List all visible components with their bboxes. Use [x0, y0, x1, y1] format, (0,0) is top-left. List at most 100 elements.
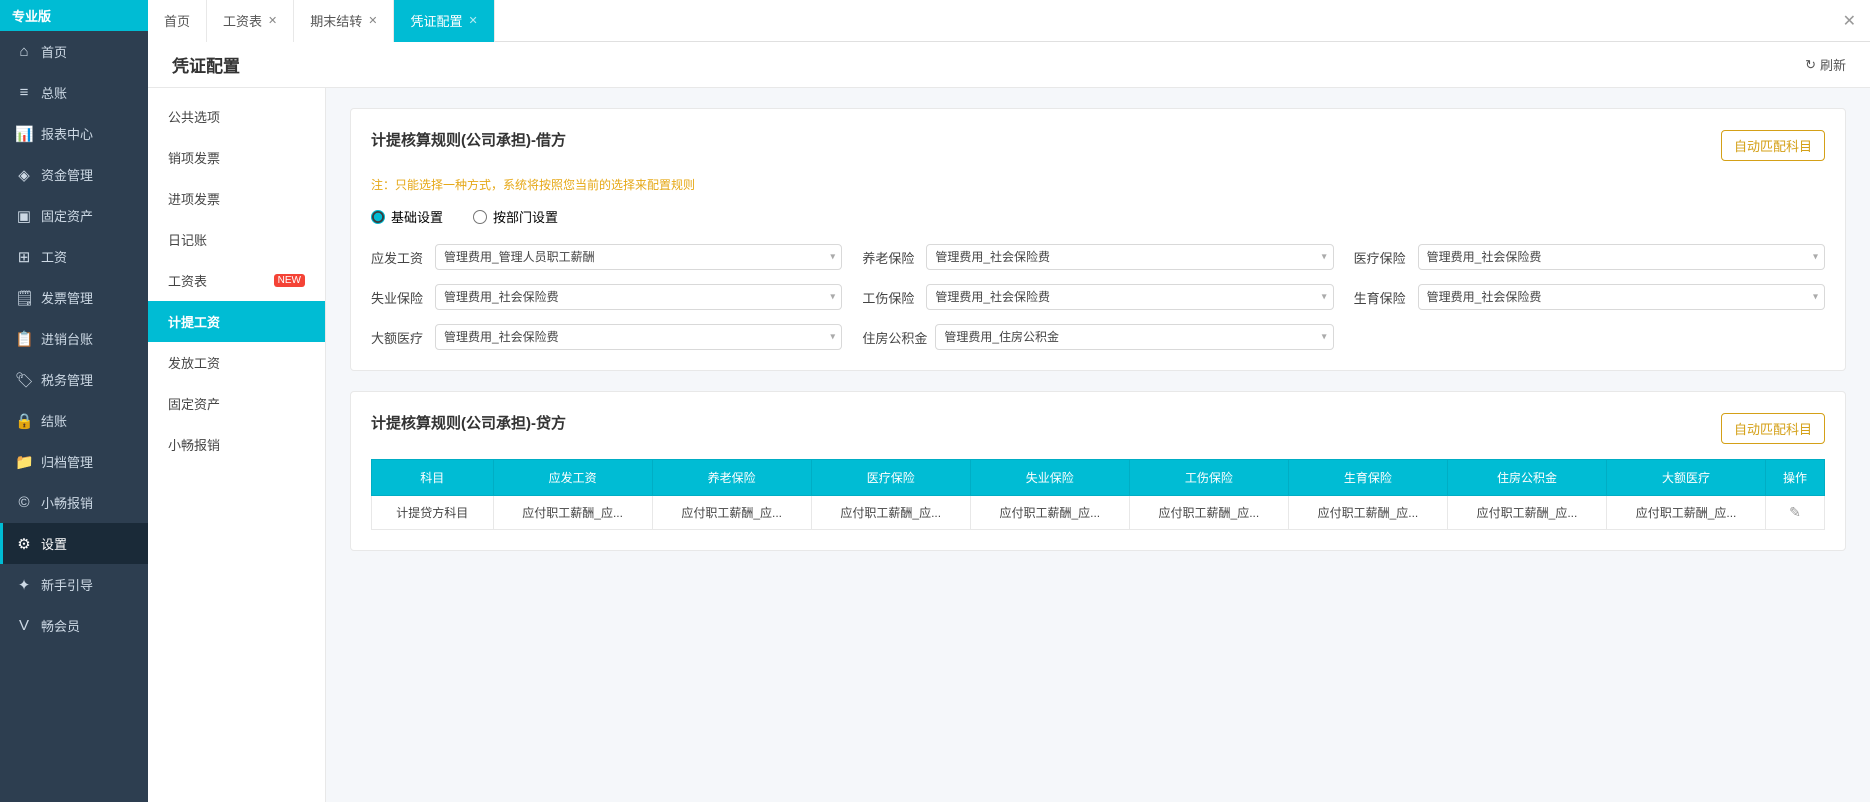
th-maternity: 生育保险 — [1288, 460, 1447, 496]
td-unemployment: 应付职工薪酬_应... — [970, 496, 1129, 530]
refresh-icon: ↻ — [1805, 57, 1816, 73]
sidebar-item-assets[interactable]: ▣ 固定资产 — [0, 195, 148, 236]
sidebar-item-label: 结账 — [41, 411, 67, 430]
sidenav-journal-label: 日记账 — [168, 230, 207, 249]
label-payable-salary: 应发工资 — [371, 248, 427, 267]
sidebar-item-invoice[interactable]: 🗒 发票管理 — [0, 277, 148, 318]
sidebar-item-member[interactable]: V 畅会员 — [0, 605, 148, 646]
tab-voucher-config[interactable]: 凭证配置 ✕ — [394, 0, 494, 42]
table-header-row: 科目 应发工资 养老保险 医疗保险 失业保险 工伤保险 生育保险 住房公积金 大… — [372, 460, 1825, 496]
sidebar-item-home[interactable]: ⌂ 首页 — [0, 31, 148, 72]
tab-salary-table[interactable]: 工资表 ✕ — [207, 0, 294, 42]
radio-basic[interactable]: 基础设置 — [371, 207, 443, 226]
sidebar-item-closing[interactable]: 🔒 结账 — [0, 400, 148, 441]
th-pension: 养老保险 — [652, 460, 811, 496]
ledger-icon: ≡ — [15, 84, 33, 101]
report-icon: 📊 — [15, 125, 33, 143]
sidenav-journal[interactable]: 日记账 — [148, 219, 325, 260]
window-close-button[interactable]: ✕ — [1829, 0, 1870, 41]
close-icon[interactable]: ✕ — [368, 14, 377, 27]
sidenav-fixed-assets[interactable]: 固定资产 — [148, 383, 325, 424]
select-big-medical[interactable]: 管理费用_社会保险费 — [435, 324, 842, 350]
label-housing-fund: 住房公积金 — [862, 328, 927, 347]
th-big-medical: 大额医疗 — [1607, 460, 1766, 496]
sidenav-public-label: 公共选项 — [168, 107, 220, 126]
side-nav: 公共选项 销项发票 进项发票 日记账 工资表 NEW 计提工资 发放工资 固 — [148, 88, 326, 802]
close-icon[interactable]: ✕ — [469, 14, 478, 27]
tab-home-label: 首页 — [164, 11, 190, 30]
sidenav-debit-label: 进项发票 — [168, 189, 220, 208]
credit-section-title: 计提核算规则(公司承担)-贷方 — [371, 412, 566, 433]
select-injury[interactable]: 管理费用_社会保险费 — [926, 284, 1333, 310]
form-item-big-medical: 大额医疗 管理费用_社会保险费 ▾ — [371, 324, 842, 350]
select-maternity[interactable]: 管理费用_社会保险费 — [1418, 284, 1825, 310]
debit-section-header: 计提核算规则(公司承担)-借方 自动匹配科目 — [371, 129, 1825, 162]
sidebar-item-xiaochang[interactable]: © 小畅报销 — [0, 482, 148, 523]
select-wrapper-payable-salary: 管理费用_管理人员职工薪酬 ▾ — [435, 244, 842, 270]
app-title: 专业版 — [0, 0, 148, 31]
sidebar-item-ledger[interactable]: ≡ 总账 — [0, 72, 148, 113]
td-pension: 应付职工薪酬_应... — [652, 496, 811, 530]
sidenav-credit-invoice[interactable]: 销项发票 — [148, 137, 325, 178]
sidebar-item-report[interactable]: 📊 报表中心 — [0, 113, 148, 154]
sidebar-item-archive[interactable]: 📁 归档管理 — [0, 441, 148, 482]
select-unemployment[interactable]: 管理费用_社会保险费 — [435, 284, 842, 310]
sidenav-provision-salary[interactable]: 计提工资 — [148, 301, 325, 342]
guide-icon: ✦ — [15, 576, 33, 594]
sidebar-item-tax[interactable]: 🏷 税务管理 — [0, 359, 148, 400]
select-wrapper-injury: 管理费用_社会保险费 ▾ — [926, 284, 1333, 310]
credit-section: 计提核算规则(公司承担)-贷方 自动匹配科目 科目 应发工资 养老保险 医疗保险… — [350, 391, 1846, 551]
tab-period-close[interactable]: 期末结转 ✕ — [294, 0, 394, 42]
debit-auto-match-button[interactable]: 自动匹配科目 — [1721, 130, 1825, 161]
sidebar-item-label: 首页 — [41, 42, 67, 61]
sidenav-provision-label: 计提工资 — [168, 312, 220, 331]
select-wrapper-medical: 管理费用_社会保险费 ▾ — [1418, 244, 1825, 270]
th-medical: 医疗保险 — [811, 460, 970, 496]
edit-icon[interactable]: ✎ — [1789, 504, 1801, 520]
td-subject: 计提贷方科目 — [372, 496, 494, 530]
th-unemployment: 失业保险 — [970, 460, 1129, 496]
sidenav-public[interactable]: 公共选项 — [148, 96, 325, 137]
th-payable-salary: 应发工资 — [493, 460, 652, 496]
debit-section-title: 计提核算规则(公司承担)-借方 — [371, 129, 566, 150]
sidebar-item-finance[interactable]: ◈ 资金管理 — [0, 154, 148, 195]
sidebar-item-salary[interactable]: ⊞ 工资 — [0, 236, 148, 277]
close-icon[interactable]: ✕ — [268, 14, 277, 27]
sidebar-item-settings[interactable]: ⚙ 设置 — [0, 523, 148, 564]
sidenav-pay-salary[interactable]: 发放工资 — [148, 342, 325, 383]
td-injury: 应付职工薪酬_应... — [1129, 496, 1288, 530]
tab-voucher-label: 凭证配置 — [410, 11, 462, 30]
home-icon: ⌂ — [15, 43, 33, 60]
form-item-medical: 医疗保险 管理费用_社会保险费 ▾ — [1354, 244, 1825, 270]
sidebar-item-label: 税务管理 — [41, 370, 93, 389]
select-medical[interactable]: 管理费用_社会保险费 — [1418, 244, 1825, 270]
td-medical: 应付职工薪酬_应... — [811, 496, 970, 530]
assets-icon: ▣ — [15, 207, 33, 225]
tab-period-label: 期末结转 — [310, 11, 362, 30]
sidebar-item-trade[interactable]: 📋 进销台账 — [0, 318, 148, 359]
label-medical: 医疗保险 — [1354, 248, 1410, 267]
td-big-medical: 应付职工薪酬_应... — [1607, 496, 1766, 530]
select-housing-fund[interactable]: 管理费用_住房公积金 — [935, 324, 1333, 350]
sidebar: 专业版 ⌂ 首页 ≡ 总账 📊 报表中心 ◈ 资金管理 ▣ 固定资产 ⊞ 工资 … — [0, 0, 148, 802]
radio-basic-input[interactable] — [371, 210, 385, 224]
select-pension[interactable]: 管理费用_社会保险费 — [926, 244, 1333, 270]
sidenav-debit-invoice[interactable]: 进项发票 — [148, 178, 325, 219]
sidebar-item-guide[interactable]: ✦ 新手引导 — [0, 564, 148, 605]
select-payable-salary[interactable]: 管理费用_管理人员职工薪酬 — [435, 244, 842, 270]
sidenav-salary-table[interactable]: 工资表 NEW — [148, 260, 325, 301]
refresh-button[interactable]: ↻ 刷新 — [1805, 55, 1846, 74]
radio-dept-input[interactable] — [473, 210, 487, 224]
td-payable-salary: 应付职工薪酬_应... — [493, 496, 652, 530]
label-injury: 工伤保险 — [862, 288, 918, 307]
credit-auto-match-button[interactable]: 自动匹配科目 — [1721, 413, 1825, 444]
sidebar-item-label: 工资 — [41, 247, 67, 266]
td-action: ✎ — [1766, 496, 1825, 530]
tab-home[interactable]: 首页 — [148, 0, 207, 42]
form-item-maternity: 生育保险 管理费用_社会保险费 ▾ — [1354, 284, 1825, 310]
radio-dept[interactable]: 按部门设置 — [473, 207, 558, 226]
sidenav-petty-expense[interactable]: 小畅报销 — [148, 424, 325, 465]
layout: 公共选项 销项发票 进项发票 日记账 工资表 NEW 计提工资 发放工资 固 — [148, 88, 1870, 802]
sidebar-item-label: 小畅报销 — [41, 493, 93, 512]
top-bar: 首页 工资表 ✕ 期末结转 ✕ 凭证配置 ✕ ✕ — [148, 0, 1870, 42]
